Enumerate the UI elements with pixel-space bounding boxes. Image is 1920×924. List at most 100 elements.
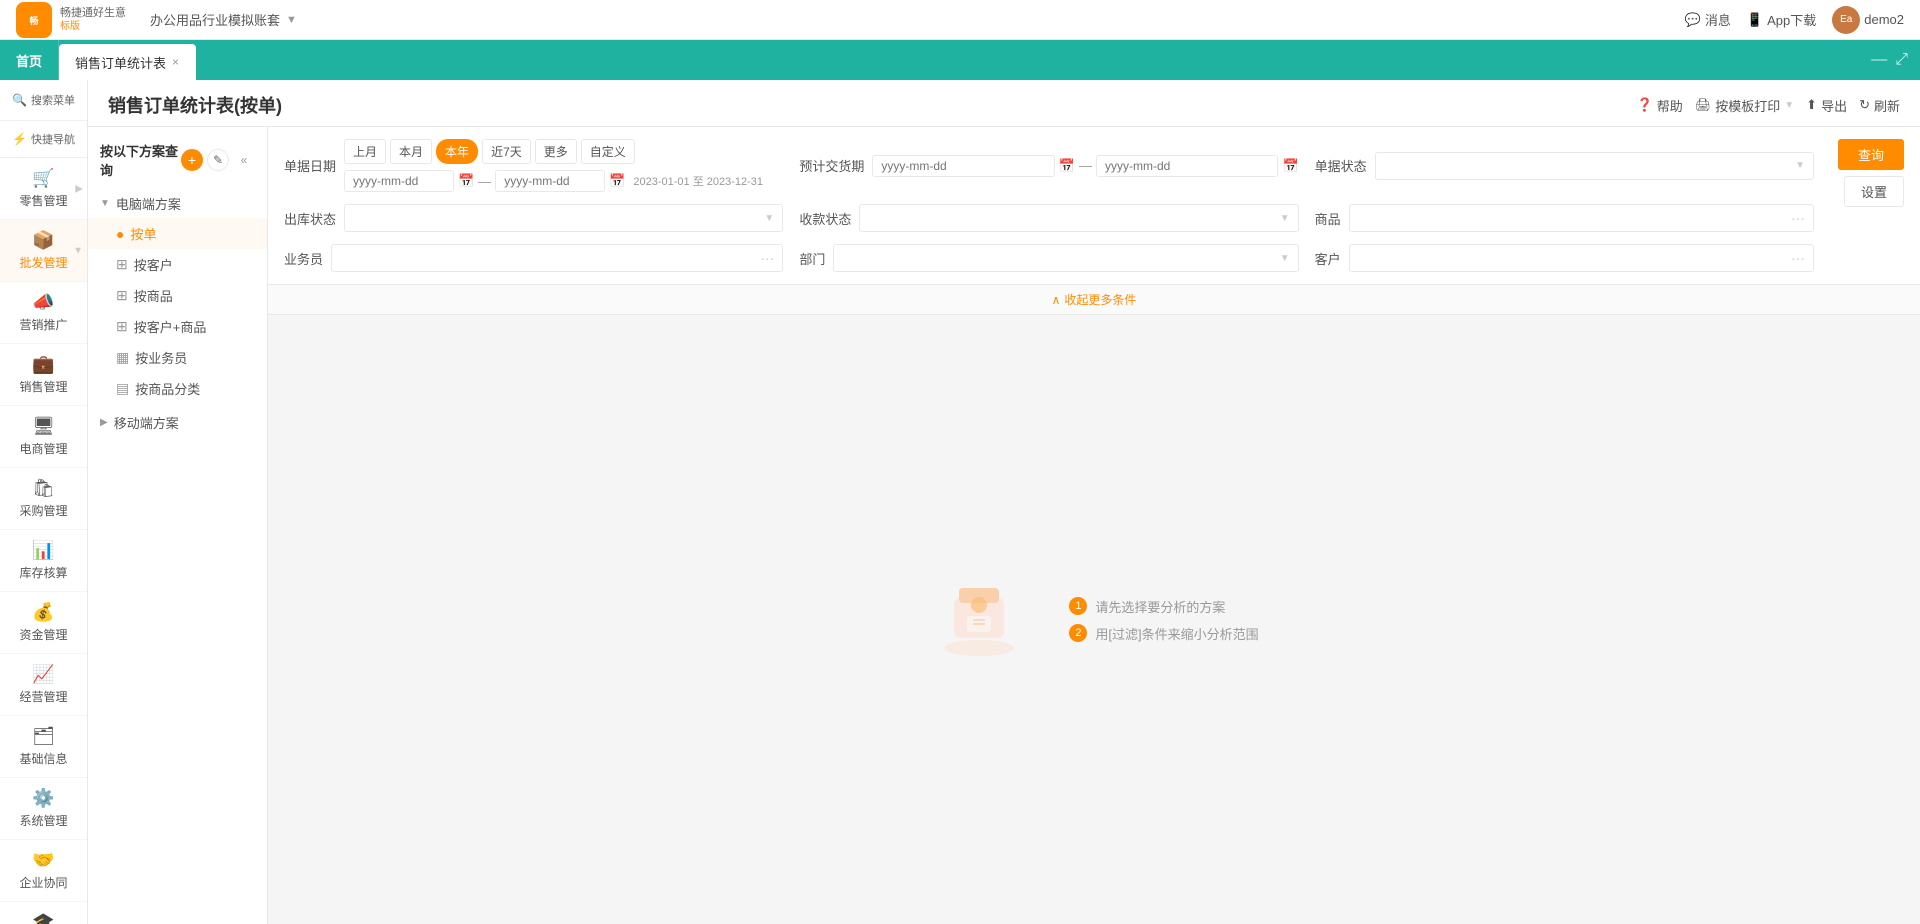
empty-state-illustration [929,568,1029,671]
tab-home[interactable]: 首页 [0,40,59,80]
pc-scheme-group: ▼ 电脑端方案 ● 按单 ⊞ 按客户 ⊞ 按商品 [88,189,267,404]
add-scheme-button[interactable]: + [181,149,203,171]
search-icon: 🔍 [12,93,27,107]
date-last-month-button[interactable]: 上月 [344,139,386,164]
scheme-item-by-goods[interactable]: ⊞ 按商品 [88,280,267,311]
date-from-input[interactable] [344,170,454,192]
mobile-scheme-group-header[interactable]: ▶ 移动端方案 [88,408,267,437]
department-select[interactable]: ▼ [833,244,1298,272]
sidebar-item-inventory[interactable]: 📊 库存核算 [0,530,87,592]
ship-status-cell: 出库状态 ▼ [284,204,783,232]
basic-icon: 🗂 [32,726,55,747]
search-menu-button[interactable]: 🔍 搜索菜单 [8,88,79,112]
customer-cell: 客户 ··· [1315,244,1814,272]
scheme-item-by-order[interactable]: ● 按单 [88,218,267,249]
home-tab-label: 首页 [16,51,42,70]
tip-2-num: 2 [1069,624,1087,642]
scheme-item-by-category[interactable]: ▤ 按商品分类 [88,373,267,404]
export-button[interactable]: ⬆ 导出 [1806,96,1847,115]
order-status-label: 单据状态 [1315,156,1367,175]
collect-status-cell: 收款状态 ▼ [799,204,1298,232]
sidebar-item-marketing[interactable]: 📣 营销推广 [0,282,87,344]
collect-status-select[interactable]: ▼ [859,204,1298,232]
calendar-to-icon[interactable]: 📅 [609,173,625,189]
customer-input[interactable]: ··· [1349,244,1814,272]
template-print-button[interactable]: 🖨 按模板打印 ▼ [1695,96,1794,115]
sidebar-item-cooperation[interactable]: 🤝 企业协同 [0,840,87,902]
sidebar-item-ecommerce[interactable]: 🖥 电商管理 [0,406,87,468]
sidebar-item-purchase[interactable]: 🛍 采购管理 [0,468,87,530]
date-7days-button[interactable]: 近7天 [482,139,531,164]
sidebar-item-finance[interactable]: 💰 资金管理 [0,592,87,654]
tab-label: 销售订单统计表 [75,53,166,72]
empty-tip-2: 2 用[过滤]条件来缩小分析范围 [1069,624,1258,643]
edit-scheme-button[interactable]: ✎ [207,149,229,171]
sidebar-quick-nav: ⚡ 快捷导航 [0,121,87,158]
collect-status-label: 收款状态 [799,209,851,228]
filter-row-1: 单据日期 上月 本月 本年 近7天 更多 自定义 [268,127,1830,204]
refresh-icon: ↻ [1859,97,1870,113]
order-status-select[interactable]: ▼ [1375,152,1814,180]
delivery-cal-to-icon[interactable]: 📅 [1282,158,1298,174]
by-goods-icon: ⊞ [116,287,128,304]
calendar-from-icon[interactable]: 📅 [458,173,474,189]
customer-more-icon[interactable]: ··· [1791,250,1805,266]
settings-button[interactable]: 设置 [1844,176,1904,207]
quick-nav-button[interactable]: ⚡ 快捷导航 [6,127,81,151]
message-button[interactable]: 💬 消息 [1685,10,1731,29]
collapse-panel-button[interactable]: « [233,149,255,171]
mobile-scheme-arrow-icon: ▶ [100,417,108,428]
collapse-bar[interactable]: ∧ 收起更多条件 [268,284,1920,314]
scheme-item-by-salesperson[interactable]: ▦ 按业务员 [88,342,267,373]
by-salesperson-icon: ▦ [116,349,129,366]
scheme-item-by-customer-goods[interactable]: ⊞ 按客户+商品 [88,311,267,342]
collect-status-arrow-icon: ▼ [1280,213,1290,224]
sidebar-item-sales[interactable]: 💼 销售管理 [0,344,87,406]
sidebar-item-newbie[interactable]: 🎓 新手引导 [0,902,87,924]
sidebar: 🔍 搜索菜单 ⚡ 快捷导航 🛒 零售管理 ▶ 📦 批发管理 ▼ 📣 营销推广 💼 [0,80,88,924]
date-more-button[interactable]: 更多 [535,139,577,164]
goods-input[interactable]: ··· [1349,204,1814,232]
scheme-item-by-customer[interactable]: ⊞ 按客户 [88,249,267,280]
delivery-cal-from-icon[interactable]: 📅 [1059,158,1075,174]
sidebar-item-basic[interactable]: 🗂 基础信息 [0,716,87,778]
scheme-panel: 按以下方案查询 + ✎ « ▼ 电脑端方案 ● 按单 [88,127,268,924]
delivery-from-input[interactable] [872,155,1054,177]
date-this-month-button[interactable]: 本月 [390,139,432,164]
app-download-button[interactable]: 📱 App下载 [1747,10,1816,29]
finance-icon: 💰 [32,602,54,623]
user-menu[interactable]: Ea demo2 [1832,6,1904,34]
salesperson-input[interactable]: ··· [331,244,783,272]
delivery-to-input[interactable] [1096,155,1278,177]
ship-status-select[interactable]: ▼ [344,204,783,232]
tab-close-icon[interactable]: × [172,55,179,69]
refresh-button[interactable]: ↻ 刷新 [1859,96,1900,115]
mobile-scheme-group: ▶ 移动端方案 [88,408,267,437]
tab-maximize-button[interactable]: ⤢ [1895,51,1908,69]
date-this-year-button[interactable]: 本年 [436,139,478,164]
pc-scheme-group-header[interactable]: ▼ 电脑端方案 [88,189,267,218]
goods-cell: 商品 ··· [1315,204,1814,232]
empty-state-section: 1 请先选择要分析的方案 2 用[过滤]条件来缩小分析范围 [268,315,1920,924]
date-custom-button[interactable]: 自定义 [581,139,635,164]
expected-delivery-inputs: 📅 — 📅 [872,155,1298,177]
sidebar-item-operation[interactable]: 📈 经营管理 [0,654,87,716]
date-to-input[interactable] [495,170,605,192]
goods-more-icon[interactable]: ··· [1791,210,1805,226]
ecommerce-icon: 🖥 [32,416,55,437]
help-button[interactable]: ❓ 帮助 [1637,96,1683,115]
breadcrumb-arrow-icon[interactable]: ▼ [286,14,297,26]
ship-status-label: 出库状态 [284,209,336,228]
inventory-icon: 📊 [32,540,54,561]
tab-sales-order-stats[interactable]: 销售订单统计表 × [59,44,196,80]
system-icon: ⚙️ [32,788,54,809]
tab-minimize-button[interactable]: — [1871,51,1887,69]
content-body: 按以下方案查询 + ✎ « ▼ 电脑端方案 ● 按单 [88,127,1920,924]
sidebar-item-wholesale[interactable]: 📦 批发管理 ▼ [0,220,87,282]
sidebar-item-system[interactable]: ⚙️ 系统管理 [0,778,87,840]
top-bar-right: 💬 消息 📱 App下载 Ea demo2 [1685,6,1904,34]
query-button[interactable]: 查询 [1838,139,1904,170]
scheme-panel-actions: + ✎ « [181,149,255,171]
sidebar-item-retail[interactable]: 🛒 零售管理 ▶ [0,158,87,220]
salesperson-more-icon[interactable]: ··· [760,250,774,266]
